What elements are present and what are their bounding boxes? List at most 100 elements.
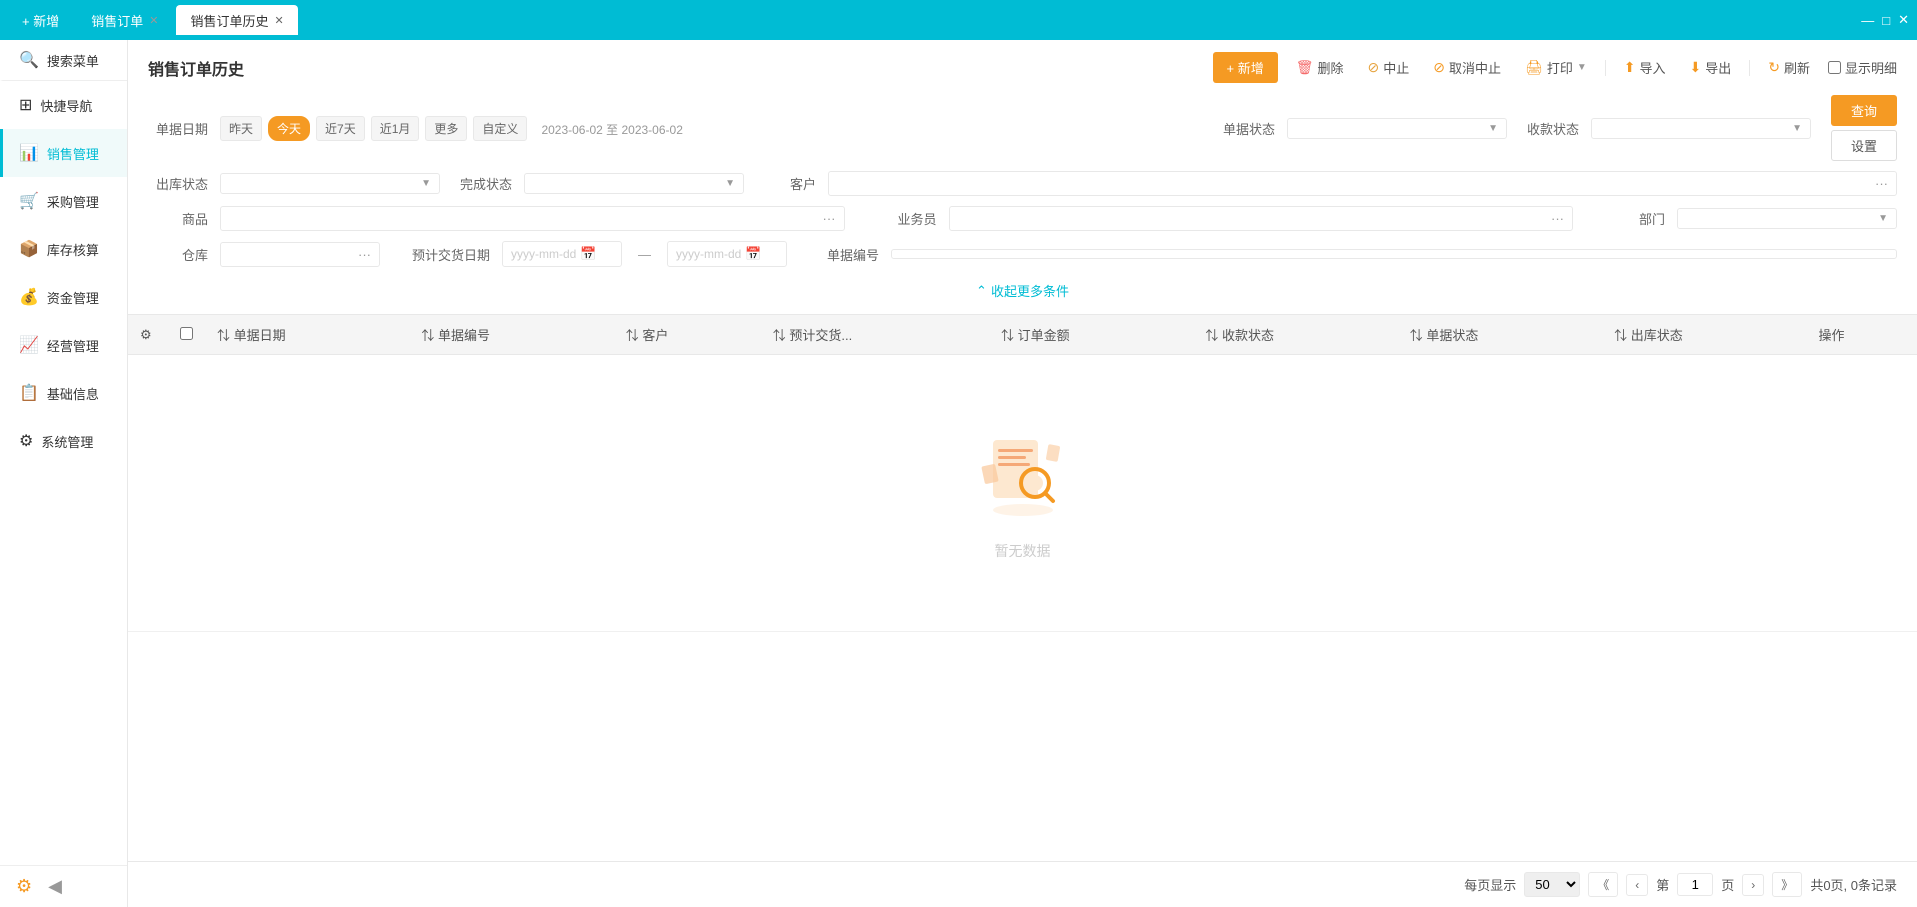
table-col-order-status[interactable]: ⇅ 单据状态 [1398, 315, 1602, 355]
current-page-input[interactable] [1677, 873, 1713, 896]
table-col-date[interactable]: ⇅ 单据日期 [205, 315, 409, 355]
complete-status-select[interactable]: ▼ [524, 173, 744, 194]
tab-sales-order-history[interactable]: 销售订单历史 ✕ [176, 5, 297, 35]
calendar-start-icon[interactable]: 📅 [580, 246, 596, 262]
collapse-sidebar-icon[interactable]: ◀ [48, 876, 62, 897]
sidebar-item-sales-mgmt[interactable]: 📊 销售管理 [0, 129, 127, 177]
salesperson-input[interactable]: ··· [949, 206, 1574, 231]
tab-sales-order-close[interactable]: ✕ [149, 14, 158, 27]
show-detail-checkbox[interactable] [1828, 61, 1841, 74]
salesperson-dots-icon[interactable]: ··· [1551, 211, 1564, 226]
tab-home[interactable]: + 新增 [8, 5, 73, 35]
table-col-settings[interactable]: ⚙ [128, 315, 168, 355]
sidebar-item-sys-mgmt[interactable]: ⚙ 系统管理 [0, 417, 127, 465]
minimize-button[interactable]: — [1861, 13, 1874, 28]
tab-sales-order[interactable]: 销售订单 ✕ [77, 5, 172, 35]
refresh-label: 刷新 [1784, 58, 1810, 77]
sidebar-item-base-info[interactable]: 📋 基础信息 [0, 369, 127, 417]
tab-sales-order-label: 销售订单 [91, 11, 143, 30]
tab-sales-order-history-close[interactable]: ✕ [274, 14, 283, 27]
table-col-out-status[interactable]: ⇅ 出库状态 [1602, 315, 1806, 355]
cancel-stop-button[interactable]: ⊘ 取消中止 [1427, 54, 1507, 81]
date-btn-more[interactable]: 更多 [425, 116, 467, 141]
filter-row-3: 商品 ··· 业务员 ··· 部门 ▼ [148, 206, 1897, 231]
table-col-order-no[interactable]: ⇅ 单据编号 [409, 315, 613, 355]
main-content: 销售订单历史 + 新增 🗑 删除 ⊘ 中止 ⊘ 取消中止 [128, 40, 1917, 907]
settings-bottom-icon[interactable]: ⚙ [16, 876, 32, 897]
export-button[interactable]: ⬇ 导出 [1683, 54, 1737, 81]
col-date-label: ⇅ 单据日期 [217, 328, 286, 343]
sidebar-item-finance[interactable]: 💰 资金管理 [0, 273, 127, 321]
first-page-button[interactable]: 《 [1588, 872, 1618, 897]
select-all-checkbox[interactable] [180, 327, 193, 340]
empty-text: 暂无数据 [995, 541, 1051, 561]
sidebar-item-sys-mgmt-label: 系统管理 [41, 432, 93, 451]
date-btn-custom[interactable]: 自定义 [473, 116, 527, 141]
sidebar-item-quick-nav[interactable]: ⊞ 快捷导航 [0, 81, 127, 129]
prev-page-button[interactable]: ‹ [1626, 874, 1648, 896]
import-button[interactable]: ⬆ 导入 [1618, 54, 1672, 81]
delivery-date-end[interactable]: yyyy-mm-dd 📅 [667, 241, 787, 267]
date-btn-1month[interactable]: 近1月 [371, 116, 420, 141]
sidebar-search-label: 搜索菜单 [47, 51, 99, 70]
stop-button[interactable]: ⊘ 中止 [1362, 54, 1416, 81]
sidebar-item-purchase-mgmt[interactable]: 🛒 采购管理 [0, 177, 127, 225]
page-label-post: 页 [1721, 875, 1734, 894]
calendar-end-icon[interactable]: 📅 [745, 246, 761, 262]
date-btn-yesterday[interactable]: 昨天 [220, 116, 262, 141]
date-filter-label: 单据日期 [148, 119, 208, 138]
sidebar-item-inventory[interactable]: 📦 库存核算 [0, 225, 127, 273]
sidebar-item-operations[interactable]: 📈 经营管理 [0, 321, 127, 369]
sidebar-search[interactable]: 🔍 搜索菜单 [0, 40, 127, 81]
data-table: ⚙ ⇅ 单据日期 ⇅ 单据编号 ⇅ 客户 ⇅ 预计交货... [128, 315, 1917, 632]
col-customer-label: ⇅ 客户 [626, 328, 669, 343]
out-status-select[interactable]: ▼ [220, 173, 440, 194]
last-page-button[interactable]: 》 [1772, 872, 1802, 897]
product-input[interactable]: ··· [220, 206, 845, 231]
empty-state-illustration [973, 425, 1073, 525]
page-title-row: 销售订单历史 + 新增 🗑 删除 ⊘ 中止 ⊘ 取消中止 [148, 52, 1897, 83]
date-btn-today[interactable]: 今天 [268, 116, 310, 141]
table-col-action: 操作 [1807, 315, 1917, 355]
department-select[interactable]: ▼ [1677, 208, 1897, 229]
close-window-button[interactable]: ✕ [1898, 12, 1909, 28]
col-out-status-label: ⇅ 出库状态 [1614, 328, 1683, 343]
warehouse-input[interactable]: ··· [220, 242, 380, 267]
print-label: 打印 [1547, 58, 1573, 77]
order-status-select[interactable]: ▼ [1287, 118, 1507, 139]
delete-button[interactable]: 🗑 删除 [1290, 54, 1350, 81]
table-col-payment-status[interactable]: ⇅ 收款状态 [1193, 315, 1397, 355]
order-no-input[interactable] [891, 249, 1897, 259]
date-btn-7days[interactable]: 近7天 [316, 116, 365, 141]
customer-input[interactable]: ··· [828, 171, 1897, 196]
sidebar-bottom: ⚙ ◀ [0, 865, 127, 907]
print-icon: 🖨 [1525, 59, 1543, 76]
order-status-label: 单据状态 [1215, 119, 1275, 138]
filter-row-1: 单据日期 昨天 今天 近7天 近1月 更多 自定义 2023-06-02 至 2… [148, 95, 1897, 161]
delivery-date-start-placeholder: yyyy-mm-dd [511, 247, 576, 261]
query-button[interactable]: 查询 [1831, 95, 1897, 126]
total-info: 共0页, 0条记录 [1810, 875, 1897, 894]
col-amount-label: ⇅ 订单金额 [1001, 328, 1070, 343]
cancel-stop-label: 取消中止 [1449, 58, 1501, 77]
table-col-checkbox[interactable] [168, 315, 205, 355]
table-col-customer[interactable]: ⇅ 客户 [614, 315, 761, 355]
collapse-more-btn[interactable]: ⌃ 收起更多条件 [148, 277, 1897, 304]
print-button[interactable]: 🖨 打印 ▼ [1519, 54, 1593, 81]
new-button[interactable]: + 新增 [1213, 52, 1278, 83]
toolbar-divider2 [1749, 60, 1750, 76]
refresh-button[interactable]: ↻ 刷新 [1762, 54, 1816, 81]
show-detail-control[interactable]: 显示明细 [1828, 58, 1897, 77]
setting-button[interactable]: 设置 [1831, 130, 1897, 161]
maximize-button[interactable]: □ [1882, 13, 1890, 28]
payment-status-select[interactable]: ▼ [1591, 118, 1811, 139]
warehouse-dots-icon[interactable]: ··· [358, 247, 371, 262]
customer-dots-icon[interactable]: ··· [1875, 176, 1888, 191]
table-col-amount[interactable]: ⇅ 订单金额 [989, 315, 1193, 355]
product-dots-icon[interactable]: ··· [823, 211, 836, 226]
table-col-delivery-date[interactable]: ⇅ 预计交货... [761, 315, 989, 355]
page-size-select[interactable]: 50 10 20 100 [1524, 872, 1580, 897]
product-label: 商品 [148, 209, 208, 228]
next-page-button[interactable]: › [1742, 874, 1764, 896]
delivery-date-start[interactable]: yyyy-mm-dd 📅 [502, 241, 622, 267]
